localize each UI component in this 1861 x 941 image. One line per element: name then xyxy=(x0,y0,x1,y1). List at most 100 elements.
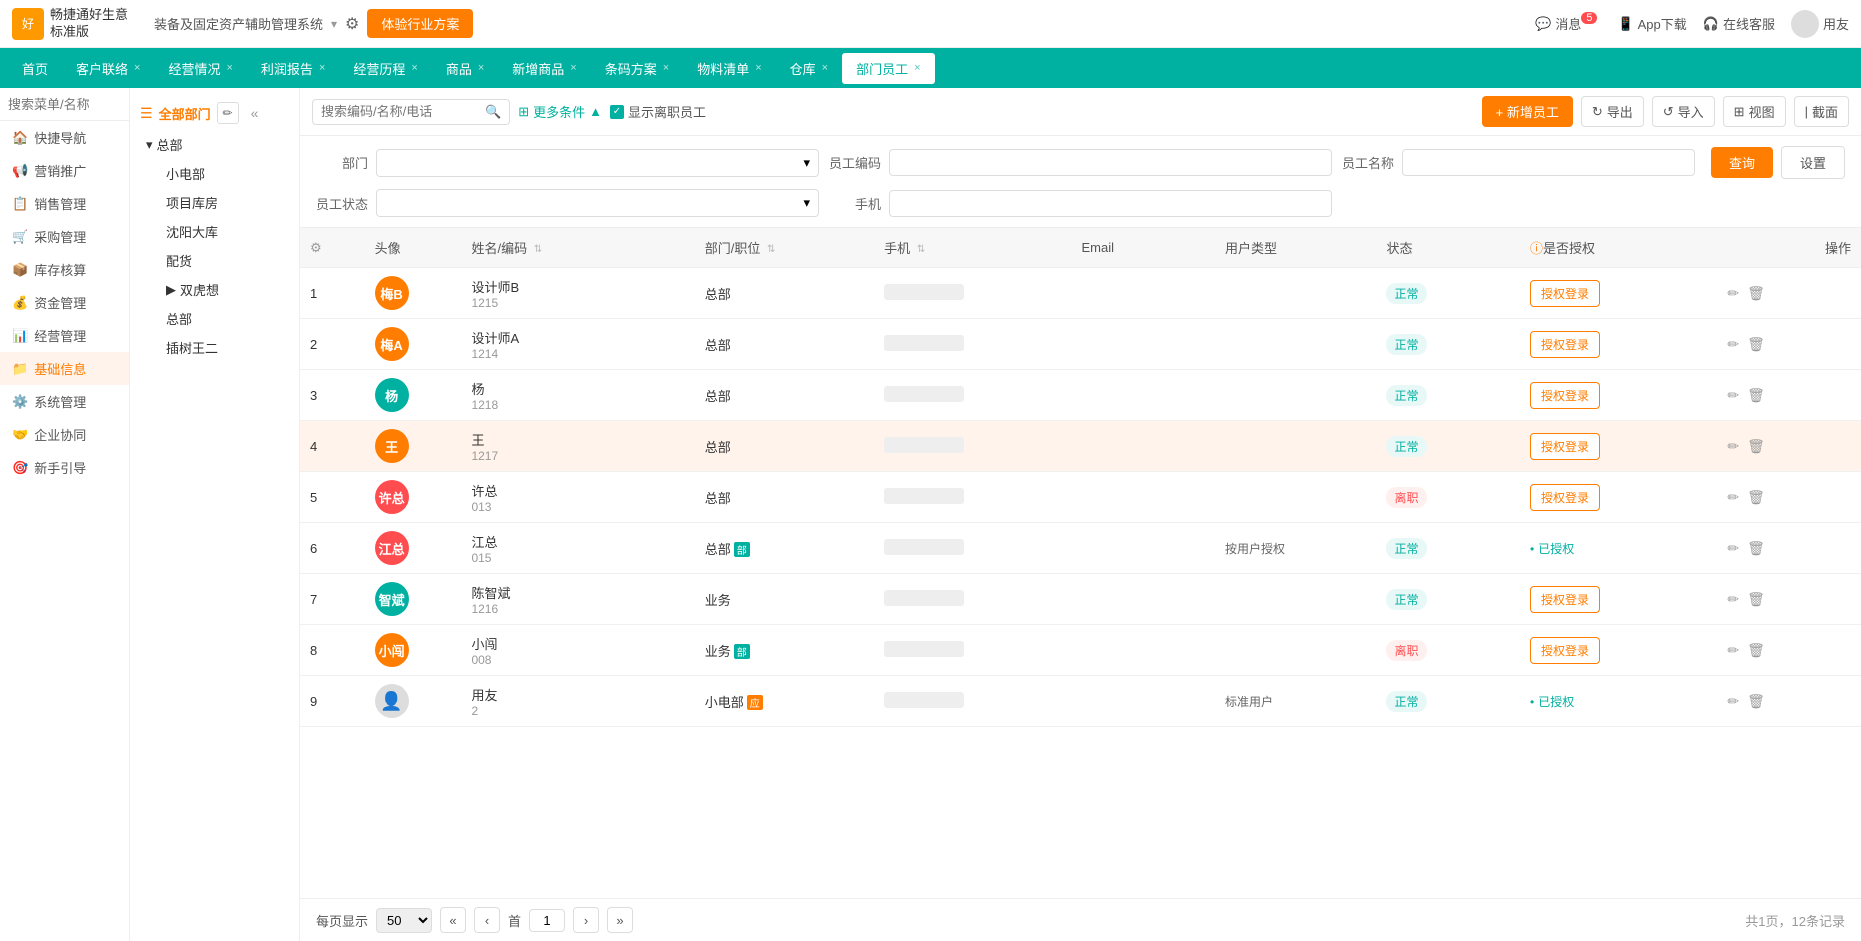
close-icon[interactable]: × xyxy=(319,62,325,74)
auth-button[interactable]: 授权登录 xyxy=(1530,331,1600,358)
show-inactive-toggle[interactable]: ✓ 显示离职员工 xyxy=(610,102,706,121)
tab-history[interactable]: 经营历程 × xyxy=(339,53,431,84)
tab-customer[interactable]: 客户联络 × xyxy=(62,53,154,84)
close-icon[interactable]: × xyxy=(663,62,669,74)
emp-status-select[interactable]: ▾ xyxy=(376,189,819,217)
tab-home[interactable]: 首页 xyxy=(8,53,62,84)
query-button[interactable]: 查询 xyxy=(1711,147,1773,178)
sidebar-item-purchase[interactable]: 🛒 采购管理 xyxy=(0,220,129,253)
delete-icon[interactable]: 🗑 xyxy=(1747,336,1765,353)
dept-node-xiangmu[interactable]: 项目库房 xyxy=(142,188,299,217)
search-input[interactable] xyxy=(8,97,130,112)
edit-icon[interactable]: ✏ xyxy=(1727,489,1739,506)
trial-button[interactable]: 体验行业方案 xyxy=(367,9,473,38)
page-number-input[interactable] xyxy=(529,909,565,932)
phone-input[interactable] xyxy=(889,190,1332,217)
user-button[interactable]: 用友 xyxy=(1791,10,1849,38)
delete-icon[interactable]: 🗑 xyxy=(1747,438,1765,455)
edit-icon[interactable]: ✏ xyxy=(1727,591,1739,608)
col-dept-header[interactable]: 部门/职位 ⇅ xyxy=(695,228,874,268)
sidebar-item-quick-nav[interactable]: 🏠 快捷导航 xyxy=(0,121,129,154)
close-icon[interactable]: × xyxy=(822,62,828,74)
sidebar-item-marketing[interactable]: 📢 营销推广 xyxy=(0,154,129,187)
dept-edit-button[interactable]: ✏ xyxy=(217,102,239,124)
delete-icon[interactable]: 🗑 xyxy=(1747,489,1765,506)
close-icon[interactable]: × xyxy=(478,62,484,74)
online-service-button[interactable]: 🎧 在线客服 xyxy=(1703,14,1775,33)
edit-icon[interactable]: ✏ xyxy=(1727,540,1739,557)
dept-select[interactable]: ▾ xyxy=(376,149,819,177)
sidebar-item-enterprise[interactable]: 🤝 企业协同 xyxy=(0,418,129,451)
sidebar-item-system[interactable]: ⚙️ 系统管理 xyxy=(0,385,129,418)
dropdown-arrow-icon[interactable]: ▾ xyxy=(331,17,337,31)
delete-icon[interactable]: 🗑 xyxy=(1747,285,1765,302)
sidebar-item-inventory[interactable]: 📦 库存核算 xyxy=(0,253,129,286)
dept-node-chashuwang[interactable]: 插树王二 xyxy=(142,333,299,362)
emp-name-input[interactable] xyxy=(1402,149,1695,176)
edit-icon[interactable]: ✏ xyxy=(1727,336,1739,353)
edit-icon[interactable]: ✏ xyxy=(1727,438,1739,455)
tab-employees[interactable]: 部门员工 × xyxy=(842,53,934,84)
message-button[interactable]: 💬 消息 5 xyxy=(1535,14,1601,33)
view-button[interactable]: ⊞ 视图 xyxy=(1723,96,1786,127)
tab-barcode[interactable]: 条码方案 × xyxy=(591,53,683,84)
delete-icon[interactable]: 🗑 xyxy=(1747,387,1765,404)
auth-button[interactable]: 授权登录 xyxy=(1530,484,1600,511)
sidebar-item-sales[interactable]: 📋 销售管理 xyxy=(0,187,129,220)
col-phone-header[interactable]: 手机 ⇅ xyxy=(874,228,1071,268)
search-employee-input[interactable] xyxy=(321,104,481,119)
dept-node-xiaodibu[interactable]: 小电部 xyxy=(142,159,299,188)
tab-goods[interactable]: 商品 × xyxy=(432,53,498,84)
auth-button[interactable]: 授权登录 xyxy=(1530,586,1600,613)
dept-node-zongbu2[interactable]: 总部 xyxy=(142,304,299,333)
auth-button[interactable]: 授权登录 xyxy=(1530,433,1600,460)
app-download-button[interactable]: 📱 App下载 xyxy=(1617,14,1686,33)
add-employee-button[interactable]: + 新增员工 xyxy=(1482,96,1573,127)
import-button[interactable]: ↺ 导入 xyxy=(1652,96,1715,127)
dept-node-shuanghu[interactable]: ▶ 双虎想 xyxy=(142,275,299,304)
more-filter-button[interactable]: ⊞ 更多条件 ▲ xyxy=(518,102,602,121)
col-settings[interactable]: ⚙ xyxy=(300,228,365,268)
tab-profit[interactable]: 利润报告 × xyxy=(247,53,339,84)
dept-node-shenyang[interactable]: 沈阳大库 xyxy=(142,217,299,246)
delete-icon[interactable]: 🗑 xyxy=(1747,642,1765,659)
dept-node-zongbu[interactable]: ▾ 总部 xyxy=(130,130,299,159)
delete-icon[interactable]: 🗑 xyxy=(1747,693,1765,710)
dept-collapse-button[interactable]: « xyxy=(245,103,265,123)
page-size-select[interactable]: 50 20 100 xyxy=(376,908,432,933)
auth-button[interactable]: 授权登录 xyxy=(1530,382,1600,409)
sidebar-item-basic-info[interactable]: 📁 基础信息 xyxy=(0,352,129,385)
tab-warehouse[interactable]: 仓库 × xyxy=(776,53,842,84)
edit-icon[interactable]: ✏ xyxy=(1727,387,1739,404)
set-button[interactable]: 设置 xyxy=(1781,146,1845,179)
close-icon[interactable]: × xyxy=(134,62,140,74)
tab-bom[interactable]: 物料清单 × xyxy=(683,53,775,84)
first-page-button[interactable]: « xyxy=(440,907,466,933)
auth-button[interactable]: 授权登录 xyxy=(1530,637,1600,664)
tab-add-goods[interactable]: 新增商品 × xyxy=(498,53,590,84)
delete-icon[interactable]: 🗑 xyxy=(1747,540,1765,557)
last-page-button[interactable]: » xyxy=(607,907,633,933)
gear-icon[interactable]: ⚙ xyxy=(345,14,359,34)
delete-icon[interactable]: 🗑 xyxy=(1747,591,1765,608)
emp-code-input[interactable] xyxy=(889,149,1332,176)
col-name-header[interactable]: 姓名/编码 ⇅ xyxy=(461,228,694,268)
close-icon[interactable]: × xyxy=(570,62,576,74)
sidebar-item-operations[interactable]: 📊 经营管理 xyxy=(0,319,129,352)
edit-icon[interactable]: ✏ xyxy=(1727,285,1739,302)
close-icon[interactable]: × xyxy=(755,62,761,74)
edit-icon[interactable]: ✏ xyxy=(1727,693,1739,710)
export-button[interactable]: ↻ 导出 xyxy=(1581,96,1644,127)
next-page-button[interactable]: › xyxy=(573,907,599,933)
more-button[interactable]: | 截面 xyxy=(1794,96,1849,127)
tab-operations[interactable]: 经营情况 × xyxy=(154,53,246,84)
sidebar-item-guide[interactable]: 🎯 新手引导 xyxy=(0,451,129,484)
close-icon[interactable]: × xyxy=(226,62,232,74)
auth-button[interactable]: 授权登录 xyxy=(1530,280,1600,307)
dept-node-peihuo[interactable]: 配货 xyxy=(142,246,299,275)
edit-icon[interactable]: ✏ xyxy=(1727,642,1739,659)
close-icon[interactable]: × xyxy=(914,62,920,74)
sidebar-item-finance[interactable]: 💰 资金管理 xyxy=(0,286,129,319)
prev-page-button[interactable]: ‹ xyxy=(474,907,500,933)
close-icon[interactable]: × xyxy=(411,62,417,74)
